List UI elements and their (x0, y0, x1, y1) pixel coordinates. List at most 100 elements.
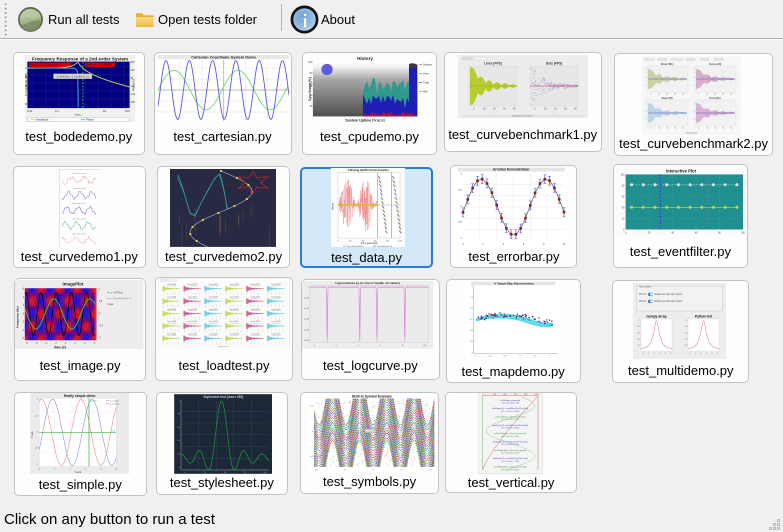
svg-text:(0.5, 3.0, 50.3, 30.0): (0.5, 3.0, 50.3, 30.0) (502, 428, 520, 430)
svg-text:0: 0 (698, 127, 699, 129)
svg-text:Lines [125]: Lines [125] (209, 296, 219, 298)
svg-text:Lines [315]: Lines [315] (188, 321, 198, 323)
svg-text:Really simple demo: Really simple demo (64, 394, 96, 398)
svg-text:X axis: X axis (74, 471, 81, 474)
svg-text:Plot #2: Plot #2 (639, 300, 647, 303)
svg-text:Lines [045]: Lines [045] (251, 284, 261, 286)
svg-text:20: 20 (666, 93, 668, 95)
svg-text:Lines [455]: Lines [455] (272, 334, 282, 336)
svg-text:-200: -200 (130, 100, 135, 104)
svg-text:Lines [105]: Lines [105] (167, 296, 177, 298)
svg-text:20: 20 (666, 127, 668, 129)
svg-text:3dB at f = 1.5558: 3dB at f = 1.5558 (86, 63, 111, 67)
svg-text:(0.5, 2.0, 50.2, 20.0): (0.5, 2.0, 50.2, 20.0) (502, 419, 520, 421)
svg-text:Test options: Test options (639, 285, 652, 288)
svg-text:Dots [FPS]: Dots [FPS] (546, 61, 562, 65)
svg-text:Lines [005]: Lines [005] (167, 284, 177, 286)
svg-text:Amplitude [dB]: Amplitude [dB] (25, 73, 28, 93)
svg-text:Lines [055]: Lines [055] (272, 284, 282, 286)
svg-text:History: History (357, 56, 373, 61)
svg-text:0: 0 (484, 394, 485, 396)
svg-text:System: System (423, 62, 432, 66)
svg-text:1.2: 1.2 (470, 308, 473, 310)
svg-text:0: 0 (698, 93, 699, 95)
svg-text:Lines [135]: Lines [135] (230, 296, 240, 298)
svg-text:-0.2: -0.2 (488, 356, 491, 358)
svg-text:Lines [415]: Lines [415] (188, 334, 198, 336)
svg-text:30: 30 (674, 127, 676, 129)
svg-text:ω/ω₀: ω/ω₀ (75, 113, 83, 117)
svg-text:30: 30 (722, 93, 724, 95)
svg-text:Enable new flat style option: Enable new flat style option (654, 293, 683, 296)
svg-text:setWindow_geometry(: setWindow_geometry( (501, 399, 521, 402)
svg-text:x=3.14: x=3.14 (90, 401, 97, 403)
svg-text:1: 1 (471, 286, 472, 288)
svg-text:(0.5, 7.0, 50.7, 70.0): (0.5, 7.0, 50.7, 70.0) (502, 461, 520, 463)
svg-text:0.01: 0.01 (27, 109, 33, 113)
svg-text:Lines [325]: Lines [325] (209, 321, 219, 323)
svg-text:plotRegion(1): scaledRect(QwtP: plotRegion(1): scaledRect(QwtPlot.yLeft) (493, 407, 529, 410)
svg-text:Data Moving Left: Data Moving Left (377, 245, 393, 247)
svg-text:(0.5, 6.0, 50.6, 60.0): (0.5, 6.0, 50.6, 60.0) (502, 453, 520, 455)
svg-text:Lines [035]: Lines [035] (230, 284, 240, 286)
svg-text:Idle: Idle (423, 89, 428, 93)
svg-text:0: 0 (650, 93, 651, 95)
svg-text:Total: Total (423, 80, 429, 84)
svg-text:100: 100 (308, 61, 313, 64)
svg-text:plotRegion(3): scaleRect(QwtPl: plotRegion(3): scaleRect(QwtPlot.xBtm) (493, 441, 528, 444)
svg-text:800: 800 (525, 394, 528, 396)
svg-text:Lines [435]: Lines [435] (230, 334, 240, 336)
svg-text:Lines [225]: Lines [225] (209, 309, 219, 311)
svg-text:-120: -120 (130, 92, 135, 96)
svg-text:Curves [M]: Curves [M] (709, 63, 722, 66)
svg-text:Phase: Phase (86, 118, 94, 122)
svg-text:200: 200 (130, 60, 135, 64)
svg-text:40: 40 (730, 127, 732, 129)
svg-text:Cpu Usage [%]: Cpu Usage [%] (308, 77, 312, 101)
svg-text:logcurvedemo.py (or how to han: logcurvedemo.py (or how to handle -inf v… (336, 282, 401, 286)
svg-text:image: image (107, 304, 114, 306)
svg-text:Frequency Response of a 2nd-or: Frequency Response of a 2nd-order System (32, 57, 128, 62)
svg-text:Elapsed time: 28s ms: Elapsed time: 28s ms (513, 114, 535, 117)
svg-text:0: 0 (650, 127, 651, 129)
svg-text:20: 20 (714, 127, 716, 129)
svg-text:Time [seconds]: Time [seconds] (361, 242, 377, 245)
svg-text:Frequency (Hz): Frequency (Hz) (16, 306, 20, 328)
svg-text:1: 1 (648, 353, 649, 355)
svg-text:Mode: [M1]: Mode: [M1] (661, 63, 674, 66)
svg-text:3.0442Hz,-3.01dB=(1,1): 3.0442Hz,-3.01dB=(1,1) (57, 75, 89, 79)
svg-text:0.2: 0.2 (684, 345, 687, 347)
svg-text:(0.5, 1.0, 50.1, 10.0): (0.5, 1.0, 50.1, 10.0) (502, 411, 520, 413)
svg-text:Lines [145]: Lines [145] (251, 296, 261, 298)
svg-text:3: 3 (646, 77, 647, 79)
svg-text:Lines [245]: Lines [245] (251, 309, 261, 311)
svg-text:calibrateSystem_plots(_geometr: calibrateSystem_plots(_geometry() (495, 416, 526, 419)
svg-text:plotRegion(2): scaledRect(QwtP: plotRegion(2): scaledRect(QwtPlot.xBot) (493, 424, 529, 427)
svg-text:Lines [255]: Lines [255] (272, 309, 282, 311)
svg-text:40: 40 (682, 93, 684, 95)
svg-text:System Uptime [h:m:s]: System Uptime [h:m:s] (345, 118, 384, 122)
svg-text:2: 2 (694, 119, 695, 121)
svg-text:200: 200 (493, 394, 496, 396)
svg-text:1e-03: 1e-03 (304, 319, 310, 321)
svg-text:plotRegion(4): scaleRect(QwtPl: plotRegion(4): scaleRect(QwtPlot.xTop) (493, 457, 528, 460)
svg-text:0.2: 0.2 (637, 345, 640, 347)
svg-text:2: 2 (700, 353, 701, 355)
svg-text:Enable new flat style option: Enable new flat style option (654, 300, 683, 303)
svg-text:3: 3 (694, 111, 695, 113)
svg-text:Lines [345]: Lines [345] (251, 321, 261, 323)
svg-text:3: 3 (694, 77, 695, 79)
svg-text:30: 30 (722, 127, 724, 129)
svg-text:Plot #1: Plot #1 (639, 293, 647, 296)
svg-text:numpy array: numpy array (646, 314, 666, 318)
svg-text:Lines [335]: Lines [335] (230, 321, 240, 323)
svg-text:A Simple Map Demonstration: A Simple Map Demonstration (494, 282, 534, 286)
svg-text:(1,1): (1,1) (110, 430, 115, 432)
svg-text:4: 4 (694, 69, 695, 71)
svg-text:1e-04: 1e-04 (304, 330, 310, 332)
svg-text:4: 4 (646, 103, 647, 105)
svg-text:(0.5, 5.0, 50.5, 50.0): (0.5, 5.0, 50.5, 50.0) (502, 444, 520, 446)
svg-text:User: User (423, 71, 429, 75)
svg-text:Sine wave curve 4: Sine wave curve 4 (72, 232, 86, 235)
svg-text:2: 2 (694, 85, 695, 87)
